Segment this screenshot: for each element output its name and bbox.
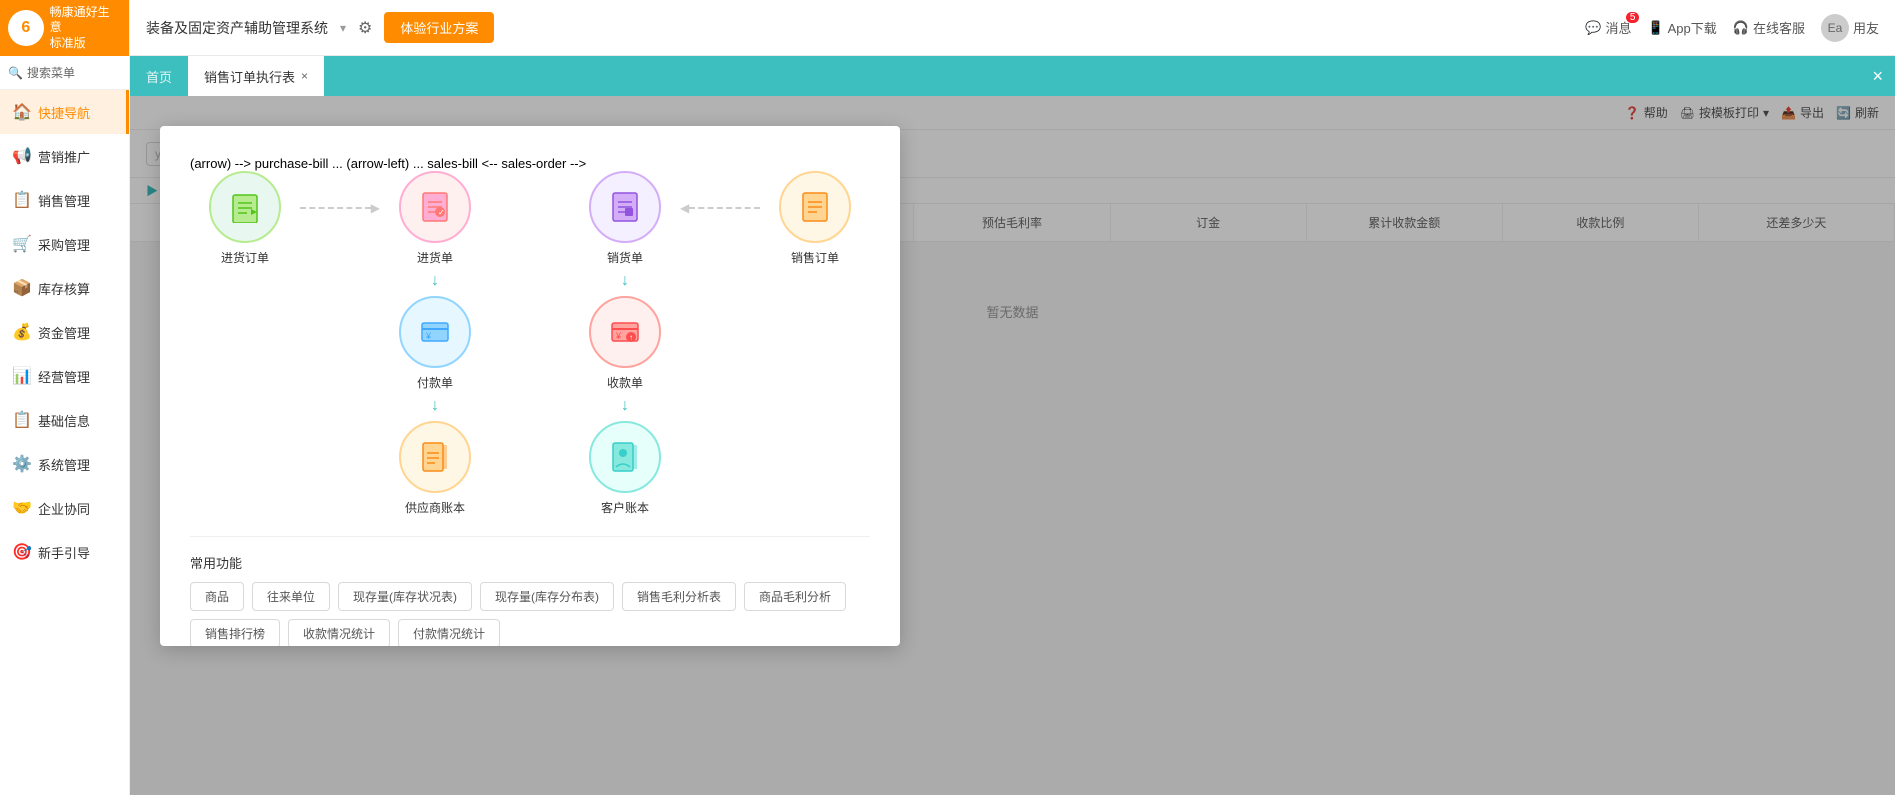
common-funcs-title: 常用功能 (190, 553, 870, 572)
supplier-ledger-circle (399, 421, 471, 493)
sidebar-item-finance[interactable]: 💰 资金管理 (0, 310, 129, 354)
finance-icon: 💰 (12, 322, 32, 342)
svg-text:¥: ¥ (425, 331, 432, 341)
sidebar-item-marketing[interactable]: 📢 营销推广 (0, 134, 129, 178)
flow-diagram: (arrow) --> purchase-bill ... (arrow-lef… (190, 156, 870, 516)
sidebar-item-inventory[interactable]: 📦 库存核算 (0, 266, 129, 310)
online-service-action[interactable]: 🎧 在线客服 (1733, 18, 1805, 37)
system-icon: ⚙️ (12, 454, 32, 474)
sales-bill-node[interactable]: 销货单 (570, 171, 680, 266)
basic-icon: 📋 (12, 410, 32, 430)
svg-text:¥: ¥ (615, 331, 622, 341)
content-area: ❓ 帮助 🖨 按模板打印 ▾ 📤 导出 🔄 刷新 (130, 96, 1895, 795)
receipt-bill-node[interactable]: ¥ ↑ 收款单 (570, 296, 680, 391)
func-btn-stock-status[interactable]: 现存量(库存状况表) (338, 582, 472, 611)
dropdown-arrow: ▾ (340, 21, 346, 35)
sidebar-item-quick-nav[interactable]: 🏠 快捷导航 (0, 90, 129, 134)
customer-ledger-label: 客户账本 (601, 499, 649, 516)
func-btns-row1: 商品 往来单位 现存量(库存状况表) 现存量(库存分布表) 销售毛利分析表 商品… (190, 582, 870, 611)
inventory-icon: 📦 (12, 278, 32, 298)
service-icon: 🎧 (1733, 20, 1749, 36)
collab-icon: 🤝 (12, 498, 32, 518)
sales-bill-label: 销货单 (607, 249, 643, 266)
search-menu[interactable]: 🔍 搜索菜单 (0, 56, 129, 90)
sales-order-label: 销售订单 (791, 249, 839, 266)
func-btn-sales-ranking[interactable]: 销售排行榜 (190, 619, 280, 646)
phone-icon: 📱 (1647, 20, 1663, 36)
flow-modal: (arrow) --> purchase-bill ... (arrow-lef… (160, 126, 900, 646)
tab-home[interactable]: 首页 (130, 56, 188, 96)
search-icon: 🔍 (8, 66, 23, 80)
marketing-icon: 📢 (12, 146, 32, 166)
logo-icon: 6 (8, 10, 44, 46)
sidebar-logo: 6 畅康通好生意 标准版 (0, 0, 129, 56)
purchase-order-node[interactable]: 进货订单 (190, 171, 300, 266)
sales-order-node[interactable]: 销售订单 (760, 171, 870, 266)
purchase-icon: 🛒 (12, 234, 32, 254)
svg-text:✓: ✓ (438, 208, 445, 217)
customer-ledger-node[interactable]: 客户账本 (570, 421, 680, 516)
purchase-bill-circle: ✓ (399, 171, 471, 243)
user-action[interactable]: Ea 用友 (1821, 14, 1879, 42)
customer-ledger-circle (589, 421, 661, 493)
tab-sales-order[interactable]: 销售订单执行表 × (188, 56, 324, 96)
close-all-tabs[interactable]: × (1860, 56, 1895, 96)
avatar: Ea (1821, 14, 1849, 42)
func-btn-sales-profit[interactable]: 销售毛利分析表 (622, 582, 736, 611)
sidebar-item-guide[interactable]: 🎯 新手引导 (0, 530, 129, 574)
common-functions: 常用功能 商品 往来单位 现存量(库存状况表) 现存量(库存分布表) 销售毛利分… (190, 536, 870, 646)
operation-icon: 📊 (12, 366, 32, 386)
sidebar-nav: 🏠 快捷导航 📢 营销推广 📋 销售管理 🛒 采购管理 📦 库存核算 💰 (0, 90, 129, 795)
header-actions: 💬 消息 5 📱 App下载 🎧 在线客服 Ea 用友 (1585, 14, 1879, 42)
purchase-bill-label: 进货单 (417, 249, 453, 266)
receipt-bill-circle: ¥ ↑ (589, 296, 661, 368)
system-title: 装备及固定资产辅助管理系统 (146, 18, 328, 38)
sales-icon: 📋 (12, 190, 32, 210)
message-action[interactable]: 💬 消息 5 (1585, 18, 1631, 37)
logo-text: 畅康通好生意 标准版 (50, 5, 121, 52)
home-icon: 🏠 (12, 102, 32, 122)
experience-btn[interactable]: 体验行业方案 (384, 12, 494, 43)
payment-bill-node[interactable]: ¥ 付款单 (380, 296, 490, 391)
svg-text:↑: ↑ (629, 333, 633, 342)
purchase-order-circle (209, 171, 281, 243)
func-btn-stock-dist[interactable]: 现存量(库存分布表) (480, 582, 614, 611)
func-btns-row2: 销售排行榜 收款情况统计 付款情况统计 (190, 619, 870, 646)
func-btn-product-profit[interactable]: 商品毛利分析 (744, 582, 846, 611)
supplier-ledger-label: 供应商账本 (405, 499, 465, 516)
modal-overlay[interactable]: (arrow) --> purchase-bill ... (arrow-lef… (130, 96, 1895, 795)
receipt-bill-label: 收款单 (607, 374, 643, 391)
purchase-order-label: 进货订单 (221, 249, 269, 266)
purchase-bill-node[interactable]: ✓ 进货单 (380, 171, 490, 266)
sidebar-item-basic[interactable]: 📋 基础信息 (0, 398, 129, 442)
func-btn-receipt-stats[interactable]: 收款情况统计 (288, 619, 390, 646)
sales-bill-circle (589, 171, 661, 243)
settings-icon[interactable]: ⚙ (358, 18, 372, 38)
tab-bar: 首页 销售订单执行表 × × (130, 56, 1895, 96)
header: 装备及固定资产辅助管理系统 ▾ ⚙ 体验行业方案 💬 消息 5 📱 App下载 … (130, 0, 1895, 56)
payment-bill-label: 付款单 (417, 374, 453, 391)
sales-order-circle (779, 171, 851, 243)
func-btn-supplier[interactable]: 往来单位 (252, 582, 330, 611)
supplier-ledger-node[interactable]: 供应商账本 (380, 421, 490, 516)
payment-bill-circle: ¥ (399, 296, 471, 368)
guide-icon: 🎯 (12, 542, 32, 562)
main-area: 装备及固定资产辅助管理系统 ▾ ⚙ 体验行业方案 💬 消息 5 📱 App下载 … (130, 0, 1895, 795)
sidebar-item-operation[interactable]: 📊 经营管理 (0, 354, 129, 398)
sidebar-item-collab[interactable]: 🤝 企业协同 (0, 486, 129, 530)
func-btn-product[interactable]: 商品 (190, 582, 244, 611)
tab-close-icon[interactable]: × (301, 69, 308, 83)
func-btn-payment-stats[interactable]: 付款情况统计 (398, 619, 500, 646)
sidebar: 6 畅康通好生意 标准版 🔍 搜索菜单 🏠 快捷导航 📢 营销推广 📋 销售管理 (0, 0, 130, 795)
sidebar-item-system[interactable]: ⚙️ 系统管理 (0, 442, 129, 486)
sidebar-item-sales[interactable]: 📋 销售管理 (0, 178, 129, 222)
message-icon: 💬 (1585, 20, 1601, 36)
sidebar-item-purchase[interactable]: 🛒 采购管理 (0, 222, 129, 266)
app-download-action[interactable]: 📱 App下载 (1647, 18, 1716, 37)
